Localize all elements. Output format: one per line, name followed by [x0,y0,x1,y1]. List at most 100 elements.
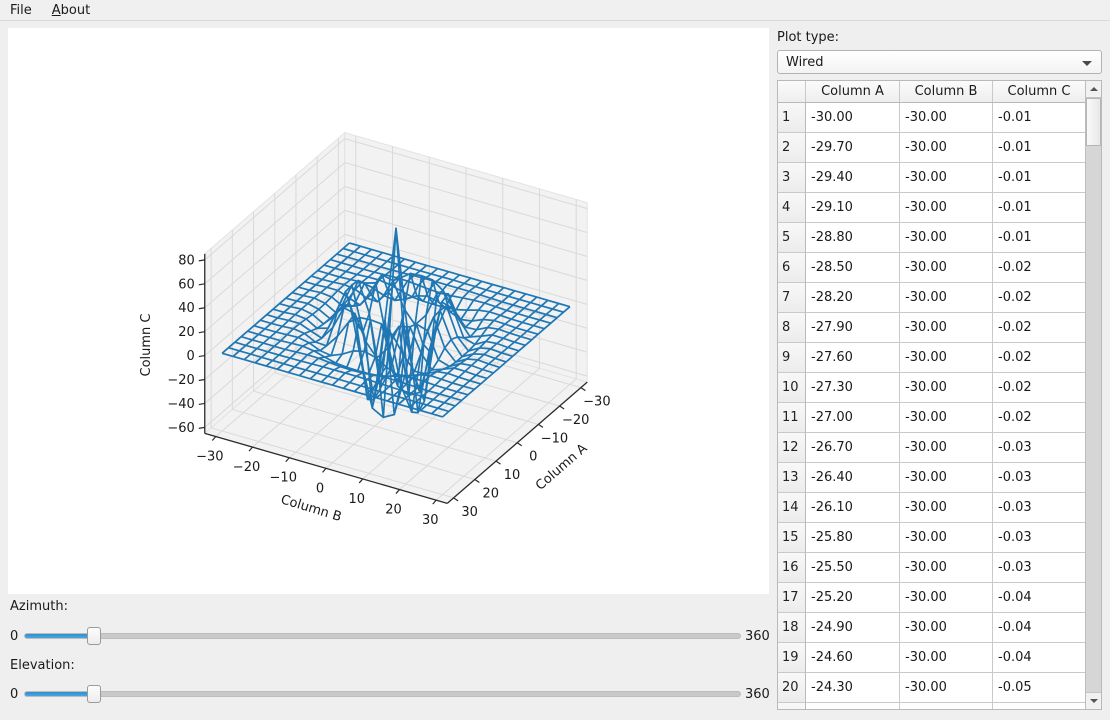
row-number-cell[interactable]: 15 [778,523,806,553]
row-number-cell[interactable] [778,703,806,709]
row-number-cell[interactable]: 7 [778,283,806,313]
data-cell[interactable]: -29.70 [806,133,900,163]
data-cell[interactable] [900,703,993,709]
column-header[interactable]: Column B [900,81,993,102]
data-cell[interactable]: -24.90 [806,613,900,643]
row-number-cell[interactable]: 11 [778,403,806,433]
data-cell[interactable]: -30.00 [900,403,993,433]
row-number-cell[interactable]: 13 [778,463,806,493]
3d-plot-canvas[interactable]: −30−20−100102030−30−20−10010203080604020… [8,28,769,594]
data-cell[interactable]: -30.00 [900,193,993,223]
data-cell[interactable]: -28.20 [806,283,900,313]
data-cell[interactable]: -30.00 [900,373,993,403]
column-header[interactable]: Column A [806,81,900,102]
data-cell[interactable]: -30.00 [900,583,993,613]
data-cell[interactable]: -30.00 [900,433,993,463]
data-cell[interactable]: -0.03 [993,433,1086,463]
data-cell[interactable]: -25.50 [806,553,900,583]
data-cell[interactable]: -30.00 [900,613,993,643]
data-cell[interactable]: -30.00 [806,103,900,133]
data-cell[interactable]: -30.00 [900,553,993,583]
data-cell[interactable]: -27.90 [806,313,900,343]
menu-about[interactable]: About [42,1,100,20]
data-cell[interactable]: -30.00 [900,103,993,133]
data-cell[interactable]: -27.60 [806,343,900,373]
data-cell[interactable]: -0.04 [993,613,1086,643]
data-cell[interactable]: -0.01 [993,133,1086,163]
data-cell[interactable]: -0.04 [993,583,1086,613]
row-number-cell[interactable]: 20 [778,673,806,703]
data-cell[interactable]: -0.01 [993,163,1086,193]
data-cell[interactable] [993,703,1086,709]
row-number-cell[interactable]: 14 [778,493,806,523]
row-number-cell[interactable]: 18 [778,613,806,643]
table-vertical-scrollbar[interactable] [1085,81,1101,709]
row-number-cell[interactable]: 8 [778,313,806,343]
data-cell[interactable]: -30.00 [900,523,993,553]
row-number-cell[interactable]: 10 [778,373,806,403]
data-cell[interactable]: -24.60 [806,643,900,673]
data-cell[interactable]: -0.02 [993,313,1086,343]
plot-type-combobox[interactable]: Wired [777,50,1102,74]
data-cell[interactable]: -0.02 [993,253,1086,283]
data-cell[interactable]: -30.00 [900,163,993,193]
data-cell[interactable]: -25.20 [806,583,900,613]
data-cell[interactable]: -29.40 [806,163,900,193]
data-cell[interactable]: -24.30 [806,673,900,703]
data-cell[interactable]: -0.03 [993,523,1086,553]
data-cell[interactable]: -26.70 [806,433,900,463]
scrollbar-thumb[interactable] [1086,98,1101,146]
row-number-cell[interactable]: 1 [778,103,806,133]
corner-header-cell[interactable] [778,81,806,102]
data-cell[interactable]: -0.01 [993,103,1086,133]
row-number-cell[interactable]: 12 [778,433,806,463]
data-cell[interactable]: -30.00 [900,493,993,523]
data-cell[interactable]: -30.00 [900,673,993,703]
menu-file[interactable]: File [0,1,42,20]
row-number-cell[interactable]: 17 [778,583,806,613]
data-cell[interactable]: -30.00 [900,223,993,253]
data-cell[interactable]: -0.02 [993,283,1086,313]
elevation-slider[interactable] [24,691,741,697]
data-cell[interactable]: -30.00 [900,313,993,343]
row-number-cell[interactable]: 16 [778,553,806,583]
data-cell[interactable]: -30.00 [900,643,993,673]
data-cell[interactable]: -27.30 [806,373,900,403]
data-cell[interactable]: -30.00 [900,463,993,493]
data-cell[interactable]: -28.50 [806,253,900,283]
scroll-down-button[interactable] [1086,692,1101,709]
row-number-cell[interactable]: 4 [778,193,806,223]
data-cell[interactable]: -0.04 [993,643,1086,673]
data-cell[interactable]: -30.00 [900,133,993,163]
data-cell[interactable]: -26.40 [806,463,900,493]
data-cell[interactable]: -30.00 [900,253,993,283]
data-cell[interactable]: -26.10 [806,493,900,523]
row-number-cell[interactable]: 6 [778,253,806,283]
data-cell[interactable]: -0.03 [993,463,1086,493]
row-number-cell[interactable]: 2 [778,133,806,163]
elevation-slider-handle[interactable] [87,685,101,703]
data-cell[interactable]: -0.05 [993,673,1086,703]
scroll-up-button[interactable] [1086,81,1101,98]
azimuth-slider-handle[interactable] [87,627,101,645]
row-number-cell[interactable]: 9 [778,343,806,373]
column-header[interactable]: Column C [993,81,1086,102]
data-cell[interactable]: -29.10 [806,193,900,223]
row-number-cell[interactable]: 19 [778,643,806,673]
data-cell[interactable]: -0.02 [993,403,1086,433]
row-number-cell[interactable]: 5 [778,223,806,253]
data-cell[interactable]: -0.03 [993,553,1086,583]
data-cell[interactable]: -30.00 [900,343,993,373]
data-cell[interactable]: -30.00 [900,283,993,313]
data-cell[interactable]: -28.80 [806,223,900,253]
data-cell[interactable]: -0.02 [993,373,1086,403]
data-cell[interactable]: -25.80 [806,523,900,553]
data-cell[interactable] [806,703,900,709]
azimuth-slider[interactable] [24,633,741,639]
data-cell[interactable]: -0.01 [993,193,1086,223]
data-cell[interactable]: -0.03 [993,493,1086,523]
data-cell[interactable]: -0.02 [993,343,1086,373]
data-cell[interactable]: -0.01 [993,223,1086,253]
row-number-cell[interactable]: 3 [778,163,806,193]
data-cell[interactable]: -27.00 [806,403,900,433]
